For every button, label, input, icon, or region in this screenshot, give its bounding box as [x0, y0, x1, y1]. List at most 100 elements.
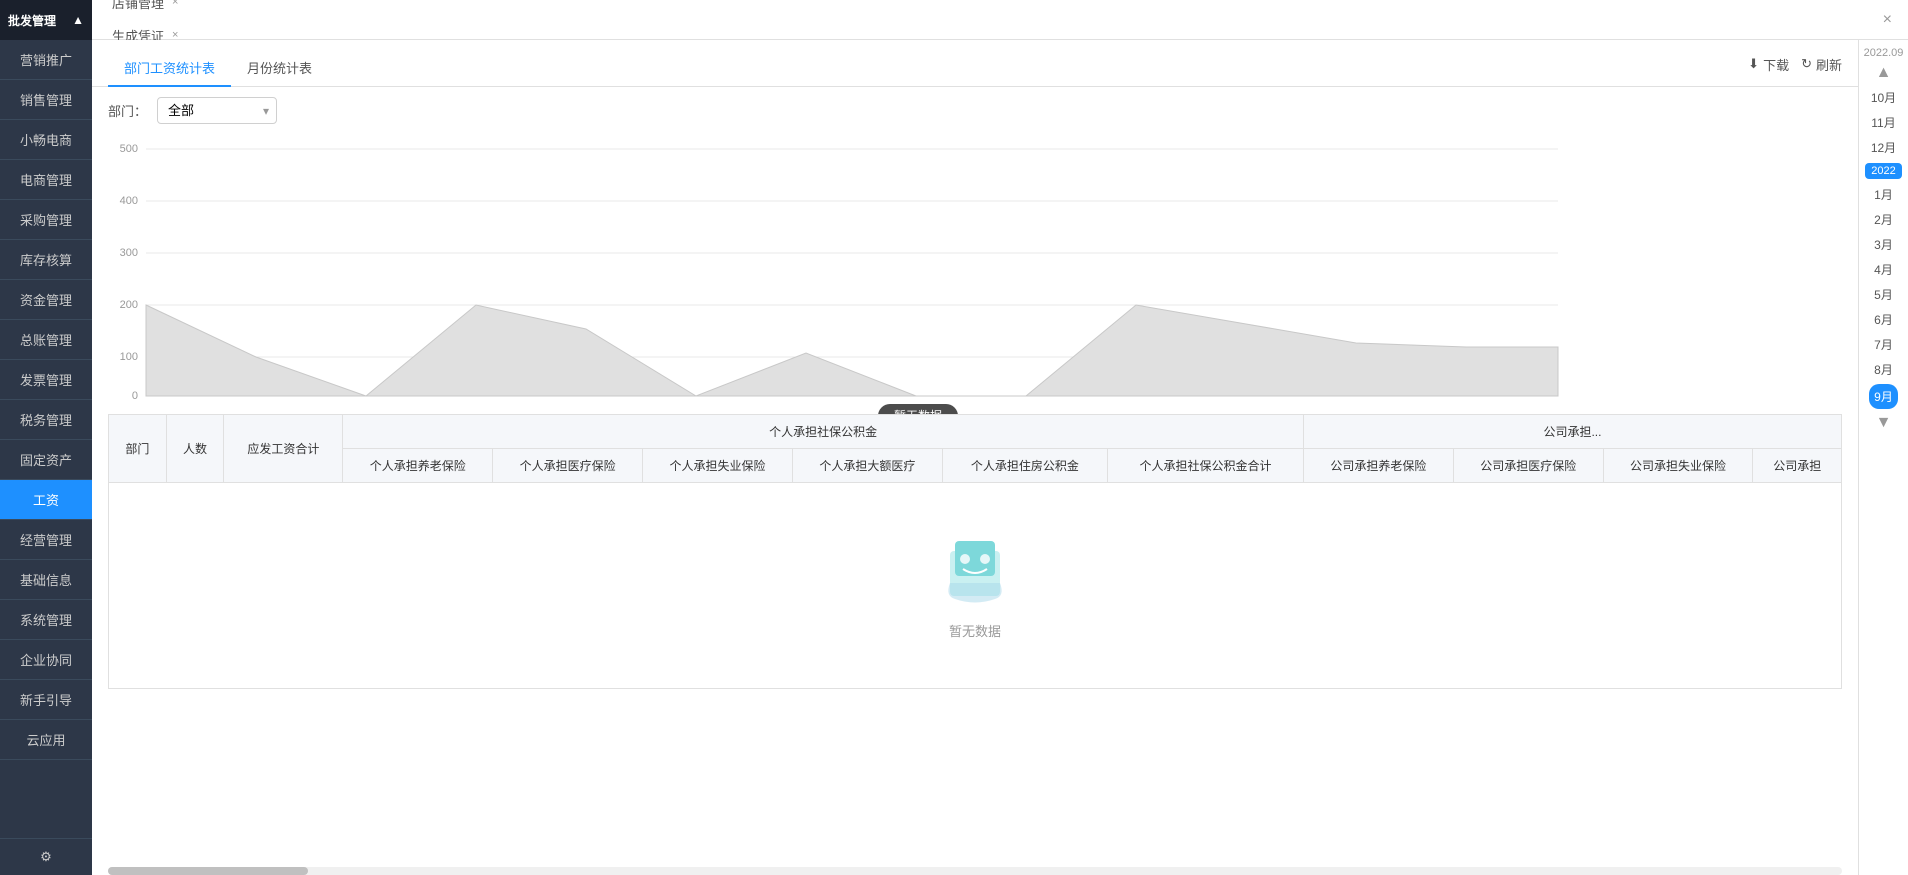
department-select[interactable]: 全部 — [157, 97, 277, 124]
col-header-个人承担医疗保险: 个人承担医疗保险 — [493, 449, 643, 483]
content-area: 部门工资统计表月份统计表 ⬇ 下载 ↻ 刷新 部门： 全 — [92, 40, 1908, 875]
settings-icon: ⚙ — [40, 849, 52, 864]
sidebar-item-企业协同[interactable]: 企业协同 — [0, 640, 92, 680]
data-table: 部门 人数 应发工资合计 个人承担社保公积金 公司承担... 个人承担养老保险个… — [108, 414, 1842, 689]
subtabs-left: 部门工资统计表月份统计表 — [108, 50, 328, 86]
sidebar-item-小畅电商[interactable]: 小畅电商 — [0, 120, 92, 160]
sidebar-item-系统管理[interactable]: 系统管理 — [0, 600, 92, 640]
timeline-item-9月[interactable]: 9月 — [1869, 384, 1897, 409]
sidebar-item-税务管理[interactable]: 税务管理 — [0, 400, 92, 440]
sidebar-item-资金管理[interactable]: 资金管理 — [0, 280, 92, 320]
col-header-个人承担失业保险: 个人承担失业保险 — [643, 449, 793, 483]
col-header-公司承担失业保险: 公司承担失业保险 — [1603, 449, 1753, 483]
tab-店铺管理[interactable]: 店铺管理 × — [100, 0, 232, 20]
sidebar-item-固定资产[interactable]: 固定资产 — [0, 440, 92, 480]
refresh-label: 刷新 — [1816, 55, 1842, 74]
col-header-个人承担住房公积金: 个人承担住房公积金 — [942, 449, 1107, 483]
table-subheader-row: 个人承担养老保险个人承担医疗保险个人承担失业保险个人承担大额医疗个人承担住房公积… — [109, 449, 1842, 483]
y-label-500: 500 — [120, 143, 138, 155]
sidebar-item-电商管理[interactable]: 电商管理 — [0, 160, 92, 200]
timeline-item-3月[interactable]: 3月 — [1865, 232, 1901, 257]
close-all-tabs-button[interactable]: × — [1875, 7, 1900, 33]
timeline-item-6月[interactable]: 6月 — [1865, 307, 1901, 332]
col-header-个人承担大额医疗: 个人承担大额医疗 — [792, 449, 942, 483]
sidebar-item-库存核算[interactable]: 库存核算 — [0, 240, 92, 280]
col-header-count: 人数 — [166, 415, 224, 483]
subtab-月份统计表[interactable]: 月份统计表 — [231, 50, 328, 87]
sidebar-item-销售管理[interactable]: 销售管理 — [0, 80, 92, 120]
timeline-item-7月[interactable]: 7月 — [1865, 332, 1901, 357]
sidebar-item-新手引导[interactable]: 新手引导 — [0, 680, 92, 720]
timeline-item-8月[interactable]: 8月 — [1865, 357, 1901, 382]
sidebar-item-总账管理[interactable]: 总账管理 — [0, 320, 92, 360]
chart-area: 500 400 300 200 100 0 — [92, 134, 1858, 414]
tab-close-icon[interactable]: × — [169, 0, 181, 9]
col-group-personal: 个人承担社保公积金 — [343, 415, 1304, 449]
filter-bar: 部门： 全部 — [92, 87, 1858, 134]
timeline-item-5月[interactable]: 5月 — [1865, 282, 1901, 307]
refresh-icon: ↻ — [1801, 56, 1812, 72]
timeline-item-1月[interactable]: 1月 — [1865, 182, 1901, 207]
col-header-个人承担社保公积金合计: 个人承担社保公积金合计 — [1107, 449, 1303, 483]
empty-text: 暂无数据 — [949, 621, 1001, 640]
download-button[interactable]: ⬇ 下载 — [1748, 55, 1789, 74]
chart-area-polygon — [146, 305, 1558, 396]
timeline-item-11月[interactable]: 11月 — [1865, 110, 1901, 135]
sidebar-item-发票管理[interactable]: 发票管理 — [0, 360, 92, 400]
subtabs-actions: ⬇ 下载 ↻ 刷新 — [1748, 55, 1842, 82]
timeline-panel: 2022.09 ▲ 10月11月12月 2022 1月2月3月4月5月6月7月8月9… — [1858, 40, 1908, 875]
col-header-个人承担养老保险: 个人承担养老保险 — [343, 449, 493, 483]
y-label-400: 400 — [120, 195, 138, 207]
timeline-item-10月[interactable]: 10月 — [1865, 85, 1901, 110]
sidebar-item-基础信息[interactable]: 基础信息 — [0, 560, 92, 600]
main-content: 首页门店商品目录×销售单×店铺管理×生成凭证×应收应付调整单×工资表×工资统计报… — [92, 0, 1908, 875]
chart-svg: 500 400 300 200 100 0 — [108, 134, 1842, 414]
sidebar-item-经营管理[interactable]: 经营管理 — [0, 520, 92, 560]
timeline-date-label: 2022.09 — [1862, 45, 1906, 61]
sidebar: 批发管理 ▲ 营销推广销售管理小畅电商电商管理采购管理库存核算资金管理总账管理发… — [0, 0, 92, 875]
tabbar: 首页门店商品目录×销售单×店铺管理×生成凭证×应收应付调整单×工资表×工资统计报… — [92, 0, 1908, 40]
sidebar-item-采购管理[interactable]: 采购管理 — [0, 200, 92, 240]
table-wrapper: 部门 人数 应发工资合计 个人承担社保公积金 公司承担... 个人承担养老保险个… — [92, 414, 1858, 867]
subtab-部门工资统计表[interactable]: 部门工资统计表 — [108, 50, 231, 87]
sidebar-item-工资[interactable]: 工资 — [0, 480, 92, 520]
y-label-0: 0 — [132, 390, 138, 402]
subtabs-bar: 部门工资统计表月份统计表 ⬇ 下载 ↻ 刷新 — [92, 40, 1858, 87]
timeline-item-2月[interactable]: 2月 — [1865, 207, 1901, 232]
col-header-dept: 部门 — [109, 415, 167, 483]
sidebar-header[interactable]: 批发管理 ▲ — [0, 0, 92, 40]
y-label-200: 200 — [120, 299, 138, 311]
col-header-total-salary: 应发工资合计 — [224, 415, 343, 483]
col-header-公司承担养老保险: 公司承担养老保险 — [1303, 449, 1453, 483]
timeline-items: 10月11月12月 2022 1月2月3月4月5月6月7月8月9月 — [1865, 85, 1901, 411]
sidebar-footer[interactable]: ⚙ — [0, 838, 92, 875]
table-scrollbar[interactable] — [108, 867, 1842, 875]
sidebar-items: 营销推广销售管理小畅电商电商管理采购管理库存核算资金管理总账管理发票管理税务管理… — [0, 40, 92, 760]
refresh-button[interactable]: ↻ 刷新 — [1801, 55, 1842, 74]
sidebar-header-label: 批发管理 — [8, 12, 56, 29]
y-label-300: 300 — [120, 247, 138, 259]
download-icon: ⬇ — [1748, 56, 1759, 72]
timeline-item-12月[interactable]: 12月 — [1865, 135, 1901, 160]
department-select-wrapper: 全部 — [157, 97, 277, 124]
col-group-company: 公司承担... — [1303, 415, 1841, 449]
empty-icon — [935, 531, 1015, 611]
col-header-公司承担: 公司承担 — [1753, 449, 1842, 483]
empty-state: 暂无数据 — [119, 491, 1831, 680]
sidebar-item-营销推广[interactable]: 营销推广 — [0, 40, 92, 80]
timeline-up-nav[interactable]: ▲ — [1873, 61, 1895, 85]
timeline-item-2022[interactable]: 2022 — [1865, 163, 1901, 179]
empty-state-cell: 暂无数据 — [109, 483, 1842, 689]
table-scrollbar-thumb[interactable] — [108, 867, 308, 875]
page: 部门工资统计表月份统计表 ⬇ 下载 ↻ 刷新 部门： 全 — [92, 40, 1858, 875]
col-header-公司承担医疗保险: 公司承担医疗保险 — [1453, 449, 1603, 483]
department-filter-label: 部门： — [108, 101, 147, 120]
timeline-down-nav[interactable]: ▼ — [1873, 411, 1895, 435]
sidebar-collapse-icon[interactable]: ▲ — [72, 13, 84, 27]
timeline-item-4月[interactable]: 4月 — [1865, 257, 1901, 282]
download-label: 下载 — [1763, 55, 1789, 74]
y-label-100: 100 — [120, 351, 138, 363]
table-body: 暂无数据 — [109, 483, 1842, 689]
tab-label: 店铺管理 — [112, 0, 164, 12]
sidebar-item-云应用[interactable]: 云应用 — [0, 720, 92, 760]
